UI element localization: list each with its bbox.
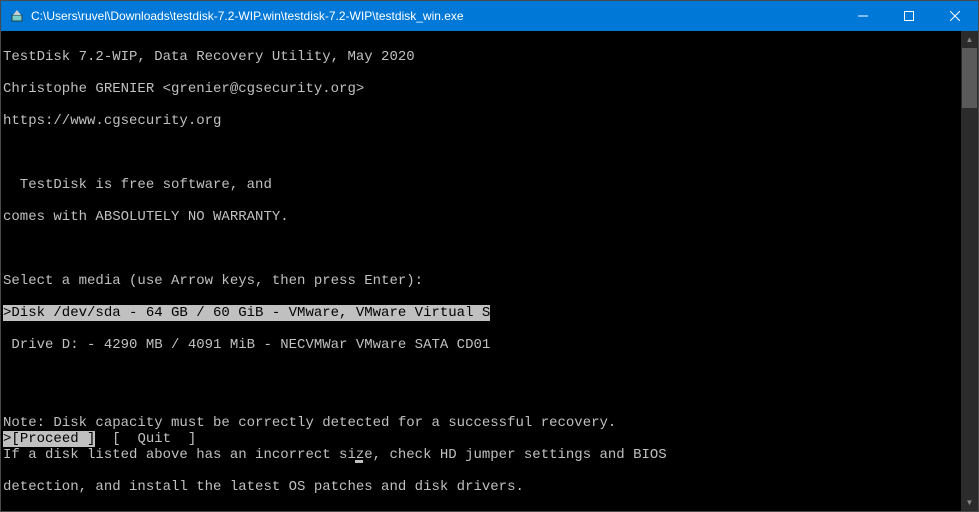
titlebar[interactable]: C:\Users\ruvel\Downloads\testdisk-7.2-WI… [1,1,978,31]
blank-line [3,241,961,257]
maximize-button[interactable] [886,1,932,31]
disk-item[interactable]: Drive D: - 4290 MB / 4091 MiB - NECVMWar… [3,337,961,353]
minimize-icon [858,11,868,21]
window-title: C:\Users\ruvel\Downloads\testdisk-7.2-WI… [31,9,840,23]
footer-line: Note: Disk capacity must be correctly de… [3,415,667,431]
blank-line [3,145,961,161]
close-icon [950,11,960,21]
scroll-down-arrow-icon[interactable]: ▼ [961,494,978,511]
console[interactable]: TestDisk 7.2-WIP, Data Recovery Utility,… [1,31,961,511]
freeware-line: TestDisk is free software, and [3,177,961,193]
app-icon [9,8,25,24]
footer-note: Note: Disk capacity must be correctly de… [3,399,667,511]
close-button[interactable] [932,1,978,31]
footer-line: If a disk listed above has an incorrect … [3,447,667,463]
freeware-line: comes with ABSOLUTELY NO WARRANTY. [3,209,961,225]
header-line: TestDisk 7.2-WIP, Data Recovery Utility,… [3,49,961,65]
window-controls [840,1,978,31]
disk-item-selected[interactable]: >Disk /dev/sda - 64 GB / 60 GiB - VMware… [3,305,961,321]
scrollbar-thumb[interactable] [962,48,977,108]
footer-line: detection, and install the latest OS pat… [3,479,667,495]
vertical-scrollbar[interactable]: ▲ ▼ [961,31,978,511]
select-prompt: Select a media (use Arrow keys, then pre… [3,273,961,289]
console-area: TestDisk 7.2-WIP, Data Recovery Utility,… [1,31,978,511]
maximize-icon [904,11,914,21]
app-window: C:\Users\ruvel\Downloads\testdisk-7.2-WI… [0,0,979,512]
header-line: Christophe GRENIER <grenier@cgsecurity.o… [3,81,961,97]
minimize-button[interactable] [840,1,886,31]
scroll-up-arrow-icon[interactable]: ▲ [961,31,978,48]
header-line: https://www.cgsecurity.org [3,113,961,129]
